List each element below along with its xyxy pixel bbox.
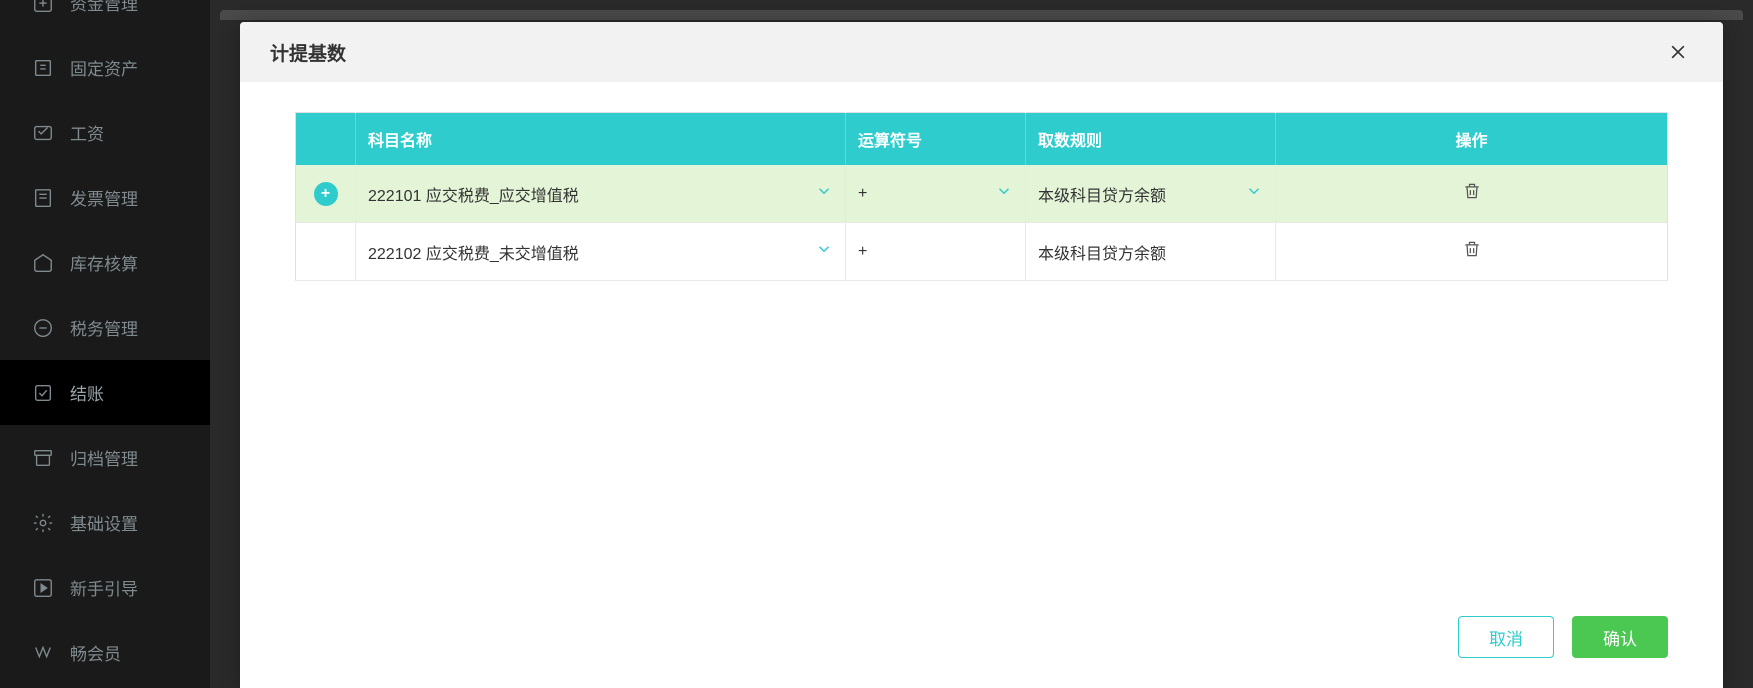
provision-table: 科目名称 运算符号 取数规则 操作 +222101 应交税费_应交增值税 + 本级科… (295, 112, 1668, 281)
modal-body: 科目名称 运算符号 取数规则 操作 +222101 应交税费_应交增值税 + 本级科… (240, 82, 1723, 596)
operator-value: + (858, 243, 867, 261)
play-icon (32, 577, 54, 599)
close-button[interactable] (1663, 37, 1693, 67)
sidebar-item-inventory[interactable]: 库存核算 (0, 230, 210, 295)
archive-icon (32, 447, 54, 469)
action-cell (1276, 223, 1668, 281)
chevron-down-icon (1245, 182, 1263, 205)
operator-cell[interactable]: + (846, 165, 1026, 223)
vip-icon (32, 642, 54, 664)
gear-icon (32, 512, 54, 534)
modal-header: 计提基数 (240, 22, 1723, 82)
invoice-icon (32, 187, 54, 209)
sidebar-item-label: 资金管理 (70, 0, 138, 15)
chevron-down-icon (995, 182, 1013, 205)
rule-cell[interactable]: 本级科目贷方余额 (1026, 223, 1276, 281)
plus-box-icon (32, 0, 54, 14)
add-row-button[interactable]: + (314, 182, 338, 206)
col-action: 操作 (1276, 113, 1668, 166)
modal-overlay: 计提基数 科目名称 运算符号 取数规则 操作 +222101 应交税费_应交增值… (210, 0, 1753, 688)
sidebar-item-label: 发票管理 (70, 185, 138, 210)
confirm-button[interactable]: 确认 (1572, 616, 1668, 658)
sidebar: 资金管理 固定资产 工资 发票管理 库存核算 税务管理 结账 (0, 0, 210, 688)
table-header-row: 科目名称 运算符号 取数规则 操作 (296, 113, 1668, 166)
rule-value: 本级科目贷方余额 (1038, 240, 1166, 264)
col-add (296, 113, 356, 166)
sidebar-item-label: 结账 (70, 380, 104, 405)
table-row: 222102 应交税费_未交增值税 + 本级科目贷方余额 (296, 223, 1668, 281)
sidebar-item-label: 基础设置 (70, 510, 138, 535)
table-row: +222101 应交税费_应交增值税 + 本级科目贷方余额 (296, 165, 1668, 223)
sidebar-item-tax[interactable]: 税务管理 (0, 295, 210, 360)
sidebar-item-label: 工资 (70, 120, 104, 145)
building-icon (32, 57, 54, 79)
sidebar-item-closing[interactable]: 结账 (0, 360, 210, 425)
sidebar-item-label: 新手引导 (70, 575, 138, 600)
sidebar-item-settings[interactable]: 基础设置 (0, 490, 210, 555)
sidebar-item-label: 税务管理 (70, 315, 138, 340)
sidebar-item-guide[interactable]: 新手引导 (0, 555, 210, 620)
sidebar-item-label: 固定资产 (70, 55, 138, 80)
chevron-down-icon (815, 240, 833, 263)
sidebar-item-fixed-assets[interactable]: 固定资产 (0, 35, 210, 100)
modal-title: 计提基数 (270, 39, 346, 66)
chevron-down-icon (815, 182, 833, 205)
tax-icon (32, 317, 54, 339)
col-subject: 科目名称 (356, 113, 846, 166)
rule-value: 本级科目贷方余额 (1038, 182, 1166, 206)
col-operator: 运算符号 (846, 113, 1026, 166)
modal-footer: 取消 确认 (240, 596, 1723, 688)
add-cell (296, 223, 356, 281)
add-cell: + (296, 165, 356, 223)
sidebar-item-invoice[interactable]: 发票管理 (0, 165, 210, 230)
modal-dialog: 计提基数 科目名称 运算符号 取数规则 操作 +222101 应交税费_应交增值… (240, 22, 1723, 688)
subject-cell[interactable]: 222102 应交税费_未交增值税 (356, 223, 846, 281)
cancel-button[interactable]: 取消 (1458, 616, 1554, 658)
sidebar-item-label: 归档管理 (70, 445, 138, 470)
sidebar-item-label: 畅会员 (70, 640, 121, 665)
delete-row-button[interactable] (1462, 181, 1482, 201)
inventory-icon (32, 252, 54, 274)
closing-icon (32, 382, 54, 404)
sidebar-item-vip[interactable]: 畅会员 (0, 620, 210, 685)
rule-cell[interactable]: 本级科目贷方余额 (1026, 165, 1276, 223)
sidebar-item-funds[interactable]: 资金管理 (0, 0, 210, 35)
salary-icon (32, 122, 54, 144)
operator-cell[interactable]: + (846, 223, 1026, 281)
operator-value: + (858, 185, 867, 203)
subject-cell[interactable]: 222101 应交税费_应交增值税 (356, 165, 846, 223)
action-cell (1276, 165, 1668, 223)
sidebar-item-archive[interactable]: 归档管理 (0, 425, 210, 490)
subject-value: 222102 应交税费_未交增值税 (368, 240, 579, 264)
delete-row-button[interactable] (1462, 239, 1482, 259)
sidebar-item-label: 库存核算 (70, 250, 138, 275)
sidebar-item-salary[interactable]: 工资 (0, 100, 210, 165)
col-rule: 取数规则 (1026, 113, 1276, 166)
subject-value: 222101 应交税费_应交增值税 (368, 182, 579, 206)
